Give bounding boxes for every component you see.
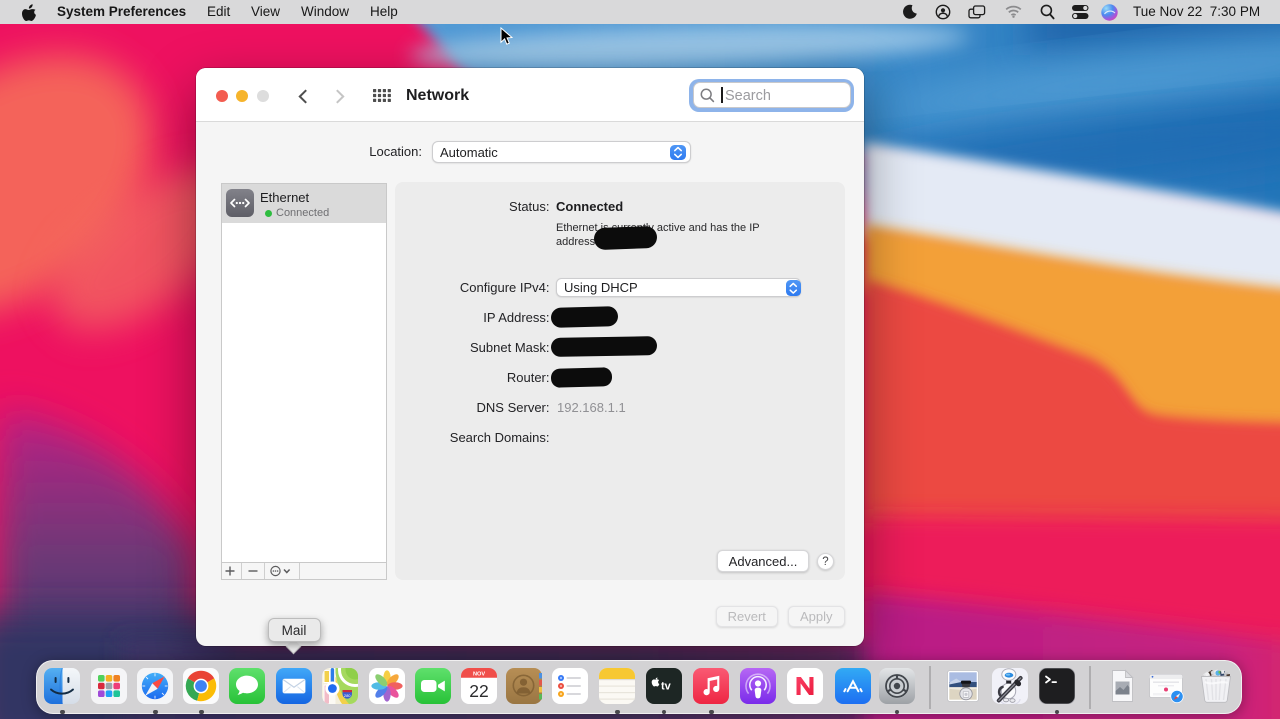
svg-text:NOV: NOV [473, 671, 485, 677]
svg-text:tv: tv [661, 680, 672, 692]
svg-text:22: 22 [469, 681, 488, 701]
svg-text:280: 280 [344, 693, 351, 698]
